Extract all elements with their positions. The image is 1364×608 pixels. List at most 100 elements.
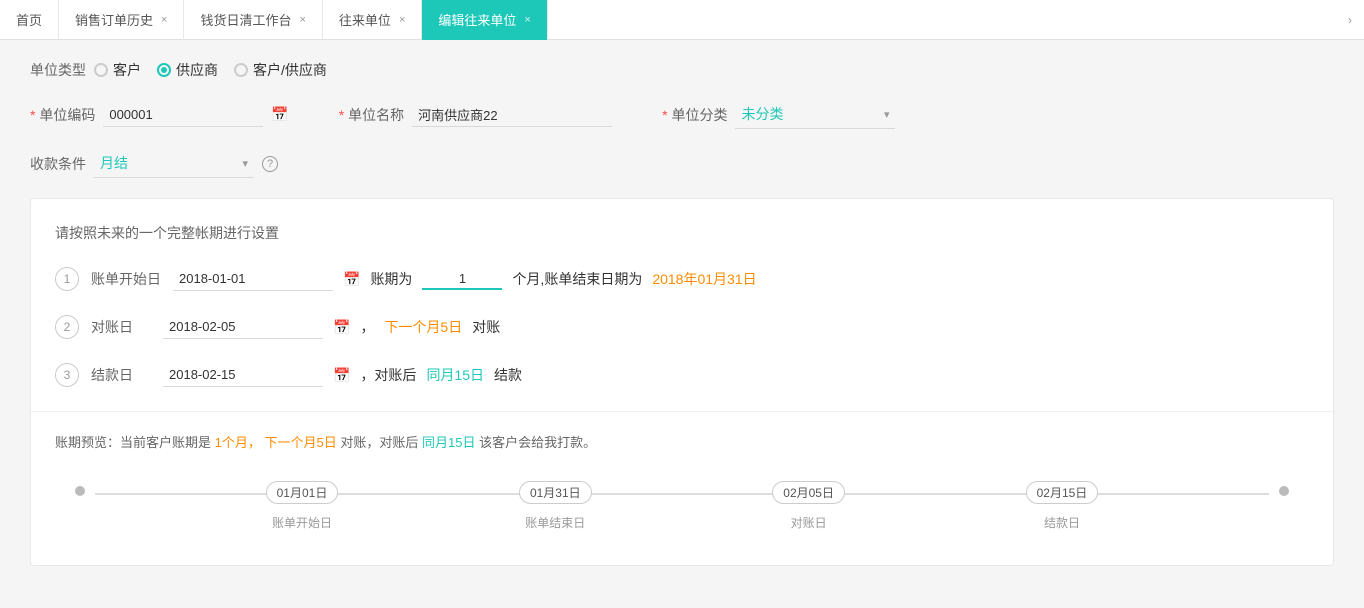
timeline-end-circle [1279, 486, 1289, 496]
payment-term-label: 收款条件 [30, 154, 86, 174]
step-3-date-input[interactable] [163, 363, 323, 387]
unit-name-group: 单位名称 [339, 103, 612, 127]
preview-reconcile: 下一个月5日 [265, 435, 337, 450]
unit-type-label: 单位类型 [30, 60, 86, 80]
radio-customer-supplier[interactable]: 客户/供应商 [234, 60, 327, 80]
timeline-label-0: 账单开始日 [272, 514, 332, 531]
unit-name-input[interactable] [412, 103, 612, 127]
card-hint: 请按照未来的一个完整帐期进行设置 [55, 223, 1309, 243]
tab-close-cash-work[interactable]: × [299, 14, 305, 26]
payment-term-select[interactable]: 月结 ▾ [94, 149, 254, 178]
timeline-label-3: 结款日 [1044, 514, 1080, 531]
unit-code-label: 单位编码 [30, 105, 95, 125]
step-3-content: 📅 ，对账后 同月15日 结款 [163, 363, 522, 387]
step-1-content: 📅 账期为 个月,账单结束日期为 2018年01月31日 [173, 267, 757, 291]
preview-label: 账期预览：当前客户账期是 [55, 435, 211, 450]
unit-code-group: 单位编码 📅 [30, 103, 289, 127]
unit-name-label: 单位名称 [339, 105, 404, 125]
payment-term-value: 月结 [100, 153, 236, 173]
main-content: 单位类型 客户 供应商 客户/供应商 单位编码 📅 [0, 40, 1364, 608]
timeline-start-dot [75, 481, 85, 510]
timeline-container: 01月01日 账单开始日 01月31日 账单结束日 02月05日 对账日 02月… [55, 471, 1309, 541]
payment-term-group: 收款条件 月结 ▾ ? [30, 149, 278, 178]
tabs-bar: 首页 销售订单历史 × 钱货日清工作台 × 往来单位 × 编辑往来单位 × › [0, 0, 1364, 40]
timeline-badge-2: 02月05日 [772, 481, 845, 504]
step-2-highlight: 下一个月5日 [384, 317, 462, 337]
timeline-label-1: 账单结束日 [525, 514, 585, 531]
step-3-highlight: 同月15日 [426, 365, 484, 385]
step-2-row: 2 对账日 📅 ， 下一个月5日 对账 [55, 315, 1309, 339]
step-3-prefix: ，对账后 [360, 365, 416, 385]
settings-card: 请按照未来的一个完整帐期进行设置 1 账单开始日 📅 账期为 个月,账单结束日期… [30, 198, 1334, 566]
step-1-date-input[interactable] [173, 267, 333, 291]
unit-category-value: 未分类 [741, 104, 877, 124]
payment-term-arrow: ▾ [242, 157, 248, 170]
unit-type-group: 单位类型 客户 供应商 客户/供应商 [30, 60, 327, 80]
radio-supplier[interactable]: 供应商 [157, 60, 218, 80]
step-2-content: 📅 ， 下一个月5日 对账 [163, 315, 500, 339]
step-2-num: 2 [55, 315, 79, 339]
step-1-cal-icon[interactable]: 📅 [343, 271, 360, 288]
step-1-result-date: 2018年01月31日 [652, 269, 756, 289]
unit-code-input[interactable] [103, 103, 263, 127]
timeline-items: 01月01日 账单开始日 01月31日 账单结束日 02月05日 对账日 02月… [75, 481, 1289, 531]
timeline-end-dot [1279, 481, 1289, 510]
unit-category-label: 单位分类 [662, 105, 727, 125]
radio-label-supplier: 供应商 [176, 60, 218, 80]
timeline-item-1: 01月31日 账单结束日 [519, 481, 592, 531]
unit-category-select[interactable]: 未分类 ▾ [735, 100, 895, 129]
radio-label-customer-supplier: 客户/供应商 [253, 60, 327, 80]
timeline-label-2: 对账日 [791, 514, 827, 531]
step-3-suffix: 结款 [494, 365, 522, 385]
step-3-num: 3 [55, 363, 79, 387]
unit-code-icon[interactable]: 📅 [271, 106, 288, 123]
step-1-prefix: 账期为 [370, 269, 412, 289]
tab-edit-partner[interactable]: 编辑往来单位 × [422, 0, 547, 40]
timeline-item-3: 02月15日 结款日 [1026, 481, 1099, 531]
step-1-period-input[interactable] [422, 269, 502, 290]
unit-category-arrow: ▾ [884, 108, 890, 121]
timeline-badge-0: 01月01日 [266, 481, 339, 504]
step-1-num: 1 [55, 267, 79, 291]
preview-payment: 同月15日 [422, 435, 475, 450]
step-1-label: 账单开始日 [91, 269, 161, 289]
tabs-arrow[interactable]: › [1336, 13, 1364, 27]
help-icon[interactable]: ? [262, 156, 278, 172]
step-2-cal-icon[interactable]: 📅 [333, 319, 350, 336]
unit-type-row: 单位类型 客户 供应商 客户/供应商 [30, 60, 1334, 80]
unit-info-row: 单位编码 📅 单位名称 单位分类 未分类 ▾ [30, 100, 1334, 129]
tab-close-partner[interactable]: × [399, 14, 405, 26]
tab-cash-work[interactable]: 钱货日清工作台 × [184, 0, 322, 40]
radio-circle-customer [94, 63, 108, 77]
radio-group-unit-type: 客户 供应商 客户/供应商 [94, 60, 327, 80]
radio-circle-supplier [157, 63, 171, 77]
step-2-label: 对账日 [91, 317, 151, 337]
step-1-row: 1 账单开始日 📅 账期为 个月,账单结束日期为 2018年01月31日 [55, 267, 1309, 291]
tab-home[interactable]: 首页 [0, 0, 59, 40]
preview-text: 账期预览：当前客户账期是 1个月， 下一个月5日 对账，对账后 同月15日 该客… [55, 432, 1309, 451]
step-3-cal-icon[interactable]: 📅 [333, 367, 350, 384]
step-1-suffix: 个月,账单结束日期为 [512, 269, 642, 289]
step-3-row: 3 结款日 📅 ，对账后 同月15日 结款 [55, 363, 1309, 387]
tab-sales-history[interactable]: 销售订单历史 × [59, 0, 184, 40]
timeline-badge-1: 01月31日 [519, 481, 592, 504]
step-2-date-input[interactable] [163, 315, 323, 339]
step-3-label: 结款日 [91, 365, 151, 385]
tab-close-sales-history[interactable]: × [161, 14, 167, 26]
radio-label-customer: 客户 [113, 60, 141, 80]
tab-partner[interactable]: 往来单位 × [323, 0, 422, 40]
preview-end: 该客户会给我打款。 [479, 435, 596, 450]
tab-close-edit-partner[interactable]: × [524, 14, 530, 26]
preview-period: 1个月， [215, 435, 261, 450]
unit-category-group: 单位分类 未分类 ▾ [662, 100, 895, 129]
timeline-item-2: 02月05日 对账日 [772, 481, 845, 531]
timeline-item-0: 01月01日 账单开始日 [266, 481, 339, 531]
timeline-badge-3: 02月15日 [1026, 481, 1099, 504]
step-2-suffix: 对账 [472, 317, 500, 337]
divider [31, 411, 1333, 412]
radio-circle-customer-supplier [234, 63, 248, 77]
timeline-start-circle [75, 486, 85, 496]
radio-customer[interactable]: 客户 [94, 60, 141, 80]
payment-term-row: 收款条件 月结 ▾ ? [30, 149, 1334, 178]
step-2-prefix: ， [360, 317, 374, 337]
